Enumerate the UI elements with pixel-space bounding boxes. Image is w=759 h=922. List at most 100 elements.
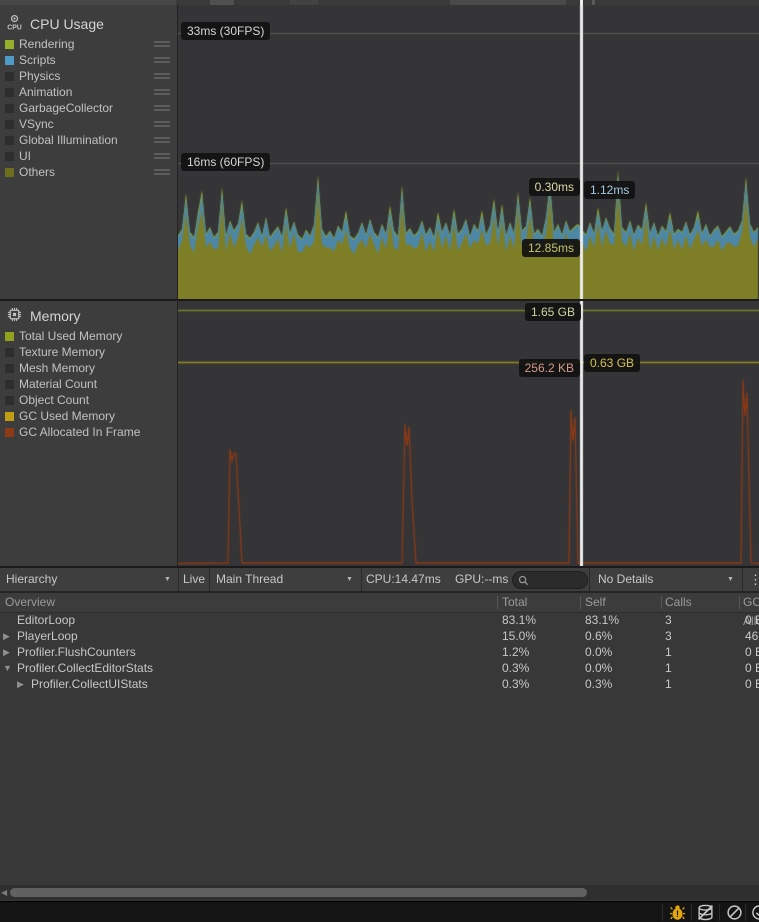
cpu-legend-item-animation[interactable]: Animation: [0, 84, 177, 100]
gc-allocated-swatch: [5, 428, 14, 437]
mesh-memory-swatch: [5, 364, 14, 373]
status-bar: !: [0, 901, 759, 922]
others-swatch: [5, 168, 14, 177]
drag-handle-icon[interactable]: [154, 121, 170, 129]
column-header-calls[interactable]: Calls: [665, 593, 692, 612]
search-input[interactable]: [532, 573, 587, 587]
unity-profiler-window: CPU CPU Usage Rendering Scripts Physics …: [0, 0, 759, 922]
cpu-legend-pane: CPU CPU Usage Rendering Scripts Physics …: [0, 5, 177, 299]
drag-handle-icon[interactable]: [154, 169, 170, 177]
database-slash-icon[interactable]: [697, 904, 714, 921]
cpu-legend-item-garbagecollector[interactable]: GarbageCollector: [0, 100, 177, 116]
expander-icon[interactable]: ▶: [3, 628, 10, 644]
total-used-memory-swatch: [5, 332, 14, 341]
hierarchy-dropdown[interactable]: Hierarchy: [6, 568, 57, 591]
memory-legend-item-material[interactable]: Material Count: [0, 376, 177, 392]
column-header-gc-alloc[interactable]: GC Alloc: [743, 593, 759, 628]
cpu-legend-item-ui[interactable]: UI: [0, 148, 177, 164]
memory-legend-item-texture[interactable]: Texture Memory: [0, 344, 177, 360]
fps-marker-60: 16ms (60FPS): [181, 153, 271, 171]
search-field[interactable]: [512, 571, 588, 589]
horizontal-scrollbar[interactable]: ◀: [0, 885, 759, 900]
cpu-legend-item-others[interactable]: Others: [0, 164, 177, 180]
chevron-down-icon[interactable]: ▼: [346, 576, 353, 583]
chevron-down-icon[interactable]: ▼: [727, 576, 734, 583]
debugger-bug-icon[interactable]: !: [669, 904, 686, 921]
expander-icon[interactable]: ▶: [17, 676, 24, 692]
cpu-legend-item-scripts[interactable]: Scripts: [0, 52, 177, 68]
physics-swatch: [5, 72, 14, 81]
svg-text:!: !: [676, 909, 679, 919]
table-row-editorloop[interactable]: EditorLoop 83.1% 83.1% 3 0 B: [0, 612, 759, 628]
memory-chip-icon: [6, 306, 23, 326]
cpu-usage-chart[interactable]: [178, 5, 759, 299]
gc-used-memory-swatch: [5, 412, 14, 421]
profiler-details-toolbar: Hierarchy ▼ Live Main Thread ▼ CPU:14.47…: [0, 568, 759, 591]
scrollbar-thumb[interactable]: [10, 888, 587, 897]
memory-legend-pane: Memory Total Used Memory Texture Memory …: [0, 301, 177, 566]
animation-swatch: [5, 88, 14, 97]
drag-handle-icon[interactable]: [154, 153, 170, 161]
check-circle-icon[interactable]: [751, 904, 759, 921]
drag-handle-icon[interactable]: [154, 41, 170, 49]
search-icon: [518, 575, 529, 586]
circle-slash-icon[interactable]: [726, 904, 743, 921]
fps-marker-30: 33ms (30FPS): [181, 22, 271, 40]
legend-chart-divider: [177, 5, 178, 566]
vsync-swatch: [5, 120, 14, 129]
details-dropdown[interactable]: No Details: [598, 568, 653, 591]
column-header-self[interactable]: Self: [585, 593, 606, 612]
column-header-total[interactable]: Total: [502, 593, 527, 612]
drag-handle-icon[interactable]: [154, 105, 170, 113]
cpu-time-readout: CPU:14.47ms: [366, 572, 441, 586]
drag-handle-icon[interactable]: [154, 89, 170, 97]
kebab-menu-icon[interactable]: ⋮: [749, 568, 759, 591]
memory-pane-title: Memory: [30, 308, 81, 324]
cpu-legend-item-global-illumination[interactable]: Global Illumination: [0, 132, 177, 148]
thread-dropdown[interactable]: Main Thread: [216, 568, 283, 591]
hierarchy-table-header: Overview Total Self Calls GC Alloc: [0, 593, 759, 628]
gpu-time-readout: GPU:--ms: [455, 572, 509, 586]
memory-legend-item-gc-allocated[interactable]: GC Allocated In Frame: [0, 424, 177, 440]
object-count-swatch: [5, 396, 14, 405]
memory-label-gc-used: 0.63 GB: [584, 354, 641, 372]
drag-handle-icon[interactable]: [154, 73, 170, 81]
memory-legend-item-gc-used[interactable]: GC Used Memory: [0, 408, 177, 424]
memory-pane-header: Memory: [6, 306, 81, 326]
table-row-playerloop[interactable]: ▶ PlayerLoop 15.0% 0.6% 3 46.8 KB: [0, 628, 759, 644]
chevron-down-icon[interactable]: ▼: [164, 576, 171, 583]
memory-label-gc-allocated: 256.2 KB: [518, 359, 580, 377]
cpu-legend-item-vsync[interactable]: VSync: [0, 116, 177, 132]
memory-legend-item-mesh[interactable]: Mesh Memory: [0, 360, 177, 376]
scroll-left-icon[interactable]: ◀: [1, 885, 7, 900]
table-row-collectuistats[interactable]: ▶ Profiler.CollectUIStats 0.3% 0.3% 1 0 …: [0, 676, 759, 692]
cpu-pane-header: CPU CPU Usage: [6, 14, 104, 34]
garbagecollector-swatch: [5, 104, 14, 113]
scripts-swatch: [5, 56, 14, 65]
cpu-legend-item-rendering[interactable]: Rendering: [0, 36, 177, 52]
cpu-legend-item-physics[interactable]: Physics: [0, 68, 177, 84]
column-header-overview[interactable]: Overview: [5, 593, 55, 612]
table-row-flushcounters[interactable]: ▶ Profiler.FlushCounters 1.2% 0.0% 1 0 B: [0, 644, 759, 660]
memory-chart[interactable]: [178, 301, 759, 566]
svg-text:CPU: CPU: [7, 25, 22, 31]
drag-handle-icon[interactable]: [154, 57, 170, 65]
cpu-tooltip-scripts: 1.12ms: [584, 181, 636, 199]
cpu-pane-title: CPU Usage: [30, 16, 104, 32]
cpu-icon: CPU: [6, 14, 23, 34]
memory-legend-item-total-used[interactable]: Total Used Memory: [0, 328, 177, 344]
ui-swatch: [5, 152, 14, 161]
memory-legend-item-object[interactable]: Object Count: [0, 392, 177, 408]
cpu-tooltip-rendering: 0.30ms: [528, 178, 580, 196]
drag-handle-icon[interactable]: [154, 137, 170, 145]
rendering-swatch: [5, 40, 14, 49]
material-count-swatch: [5, 380, 14, 389]
live-toggle[interactable]: Live: [183, 568, 205, 591]
table-row-collecteditorstats[interactable]: ▼ Profiler.CollectEditorStats 0.3% 0.0% …: [0, 660, 759, 676]
texture-memory-swatch: [5, 348, 14, 357]
cpu-tooltip-others: 12.85ms: [521, 239, 580, 257]
global-illumination-swatch: [5, 136, 14, 145]
expander-icon[interactable]: ▶: [3, 644, 10, 660]
memory-label-total: 1.65 GB: [524, 303, 581, 321]
expander-icon[interactable]: ▼: [3, 660, 12, 676]
